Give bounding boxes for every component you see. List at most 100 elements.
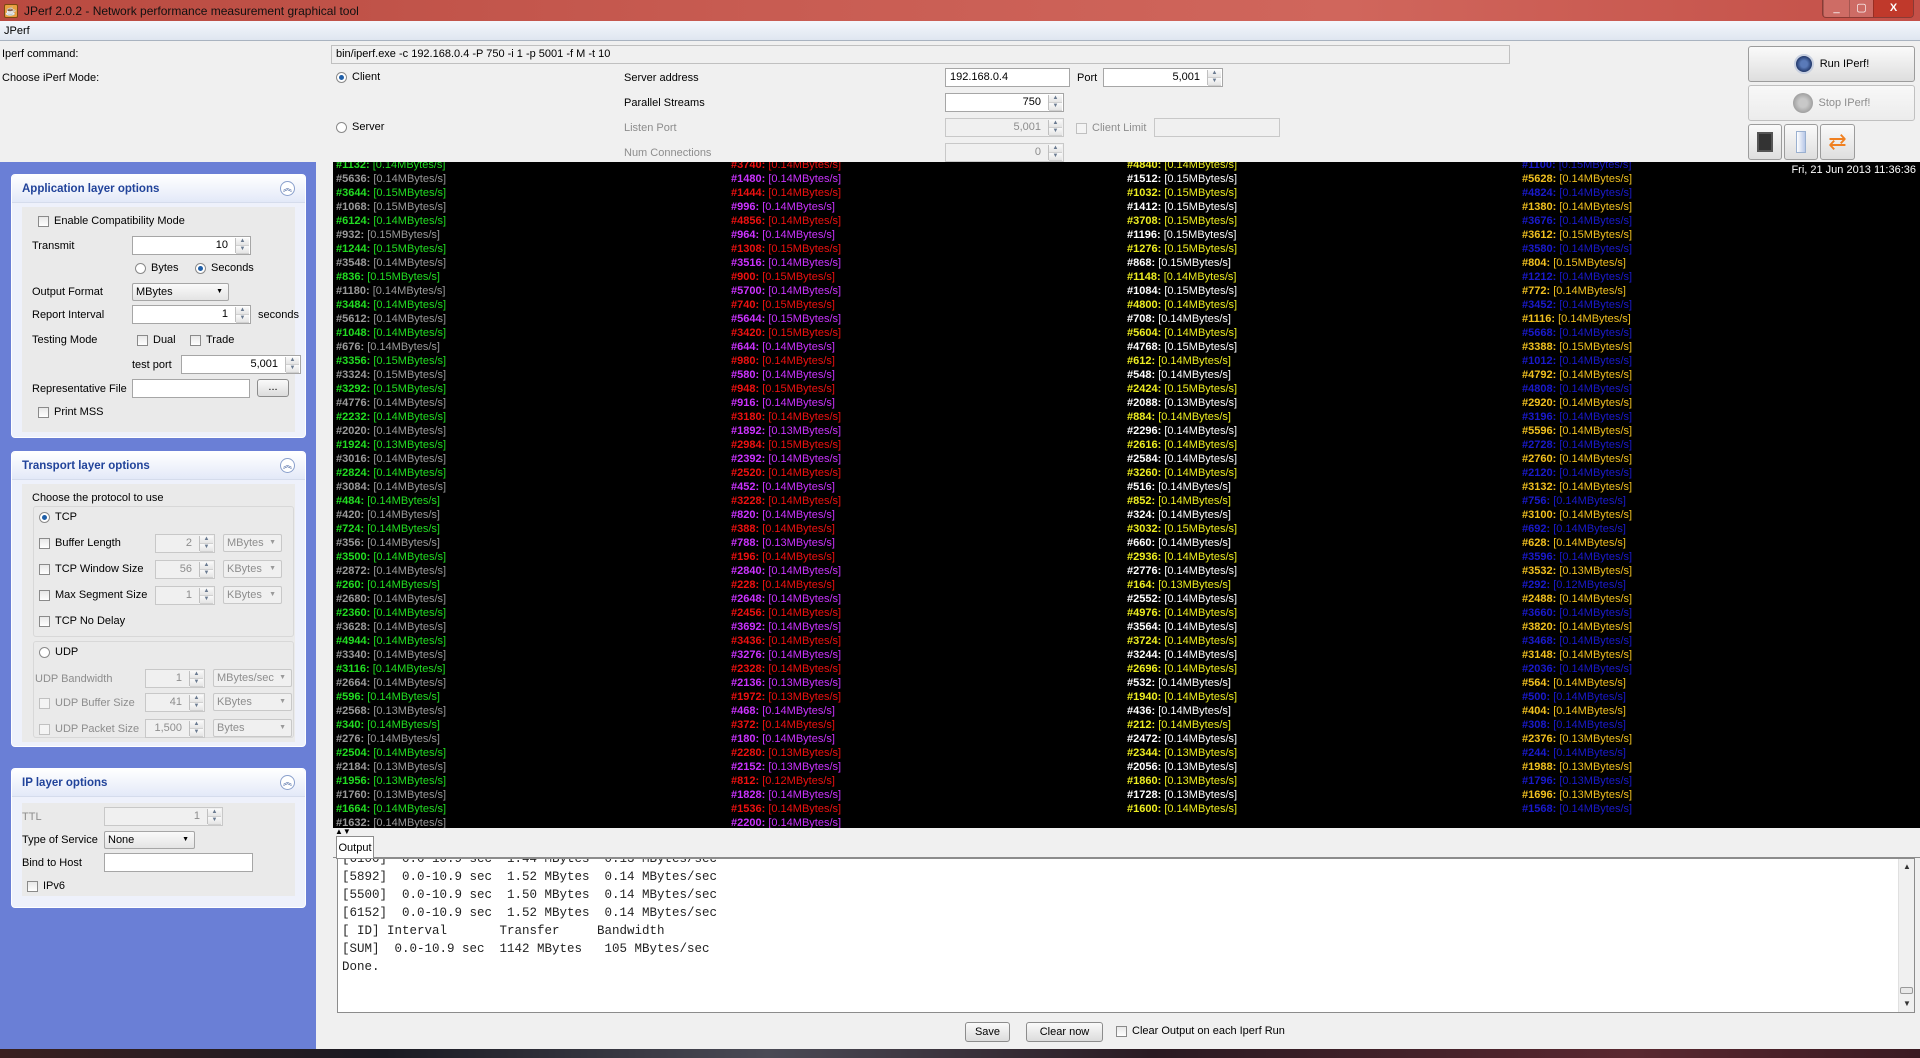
run-iperf-button[interactable]: Run IPerf! <box>1748 46 1915 82</box>
clear-now-button[interactable]: Clear now <box>1026 1022 1103 1042</box>
parallel-streams-input[interactable]: 750 ▲ ▼ <box>945 93 1064 112</box>
refresh-button[interactable]: ⇄ <box>1820 124 1855 160</box>
report-interval-spinner[interactable]: ▲ ▼ <box>235 307 249 323</box>
collapse-icon[interactable]: ︽ <box>280 181 295 196</box>
trade-checkbox[interactable]: Trade <box>190 334 234 346</box>
mss-spinner[interactable]: ▲ ▼ <box>199 588 213 604</box>
udp-packet-spinner[interactable]: ▲ ▼ <box>189 721 203 737</box>
num-connections-input[interactable]: 0 ▲ ▼ <box>945 143 1064 162</box>
save-output-button[interactable]: Save <box>965 1022 1010 1042</box>
print-mss-checkbox[interactable]: Print MSS <box>38 406 104 418</box>
udp-packet-input[interactable]: 1,500 ▲ ▼ <box>145 719 205 738</box>
minimize-button[interactable]: _ <box>1823 0 1849 17</box>
clear-each-run-checkbox[interactable]: Clear Output on each Iperf Run <box>1116 1025 1285 1037</box>
buffer-length-unit-select[interactable]: MBytes <box>223 534 282 552</box>
stream-row: #2760: [0.14MBytes/s] <box>1522 452 1917 466</box>
stream-row: #2680: [0.14MBytes/s] <box>336 592 731 606</box>
listen-port-input[interactable]: 5,001 ▲ ▼ <box>945 118 1064 137</box>
client-limit-checkbox[interactable]: Client Limit <box>1076 122 1146 134</box>
udp-packet-unit-select[interactable]: Bytes <box>213 719 292 737</box>
bind-host-input[interactable] <box>104 853 253 872</box>
scroll-down-icon[interactable]: ▼ <box>1899 996 1914 1012</box>
port-spinner[interactable]: ▲ ▼ <box>1207 70 1221 86</box>
bytes-radio[interactable]: Bytes <box>135 262 179 274</box>
compat-mode-checkbox[interactable]: Enable Compatibility Mode <box>38 215 185 227</box>
mss-input[interactable]: 1 ▲ ▼ <box>155 586 215 605</box>
udp-bandwidth-unit-select[interactable]: MBytes/sec <box>213 669 292 687</box>
browse-button[interactable]: ... <box>257 379 289 397</box>
mss-unit-select[interactable]: KBytes <box>223 586 282 604</box>
server-radio[interactable]: Server <box>336 121 384 133</box>
parallel-streams-spinner[interactable]: ▲ ▼ <box>1048 95 1062 111</box>
udp-buffer-input[interactable]: 41 ▲ ▼ <box>145 693 205 712</box>
udp-bandwidth-input[interactable]: 1 ▲ ▼ <box>145 669 205 688</box>
num-connections-spinner[interactable]: ▲ ▼ <box>1048 145 1062 161</box>
stream-id: #2664: <box>336 677 374 689</box>
udp-bandwidth-spinner[interactable]: ▲ ▼ <box>189 671 203 687</box>
client-limit-input[interactable] <box>1154 118 1280 137</box>
test-port-input[interactable]: 5,001 ▲ ▼ <box>181 355 301 374</box>
scroll-thumb[interactable] <box>1900 987 1913 994</box>
stream-bandwidth: [0.14MBytes/s] <box>768 467 842 479</box>
buffer-length-spinner[interactable]: ▲ ▼ <box>199 536 213 552</box>
server-address-input[interactable]: 192.168.0.4 <box>945 68 1070 87</box>
menu-jperf[interactable]: JPerf <box>4 25 30 37</box>
report-interval-input[interactable]: 1 ▲ ▼ <box>132 305 251 324</box>
tcp-window-input[interactable]: 56 ▲ ▼ <box>155 560 215 579</box>
listen-port-spinner[interactable]: ▲ ▼ <box>1048 120 1062 136</box>
transmit-input[interactable]: 10 ▲ ▼ <box>132 236 251 255</box>
scroll-up-icon[interactable]: ▲ <box>1899 859 1914 875</box>
tab-output[interactable]: Output <box>336 836 374 859</box>
dual-checkbox[interactable]: Dual <box>137 334 176 346</box>
udp-buffer-unit-select[interactable]: KBytes <box>213 693 292 711</box>
tcp-window-spinner[interactable]: ▲ ▼ <box>199 562 213 578</box>
client-radio[interactable]: Client <box>336 71 380 83</box>
ttl-spinner[interactable]: ▲ ▼ <box>207 809 221 825</box>
transport-layer-header[interactable]: Transport layer options ︽ <box>12 452 305 480</box>
report-interval-label: Report Interval <box>32 309 105 321</box>
stop-iperf-button[interactable]: Stop IPerf! <box>1748 85 1915 121</box>
output-console[interactable]: [6100] 0.0-10.9 sec 1.44 MBytes 0.13 MBy… <box>337 858 1915 1013</box>
collapse-icon[interactable]: ︽ <box>280 775 295 790</box>
mss-checkbox[interactable]: Max Segment Size <box>39 589 147 601</box>
seconds-radio[interactable]: Seconds <box>195 262 254 274</box>
udp-buffer-checkbox[interactable]: UDP Buffer Size <box>39 697 135 709</box>
udp-buffer-spinner[interactable]: ▲ ▼ <box>189 695 203 711</box>
close-button[interactable]: X <box>1873 0 1913 17</box>
buffer-length-checkbox[interactable]: Buffer Length <box>39 537 121 549</box>
stream-row: #2328: [0.14MBytes/s] <box>731 662 1126 676</box>
stream-id: #2552: <box>1127 593 1165 605</box>
open-config-button[interactable] <box>1784 124 1818 160</box>
stream-bandwidth: [0.15MBytes/s] <box>762 383 835 395</box>
split-pane-divider[interactable]: ▲▼ <box>333 828 1920 836</box>
ipv6-checkbox[interactable]: IPv6 <box>27 880 65 892</box>
output-scrollbar[interactable]: ▲ ▼ <box>1898 859 1914 1012</box>
udp-packet-checkbox[interactable]: UDP Packet Size <box>39 723 139 735</box>
stream-id: #2120: <box>1522 467 1560 479</box>
representative-file-input[interactable] <box>132 379 250 398</box>
application-layer-header[interactable]: Application layer options ︽ <box>12 175 305 203</box>
sidebar-scrollbar[interactable] <box>320 162 332 1047</box>
collapse-icon[interactable]: ︽ <box>280 458 295 473</box>
iperf-command-field[interactable]: bin/iperf.exe -c 192.168.0.4 -P 750 -i 1… <box>331 45 1510 64</box>
stream-bandwidth: [0.14MBytes/s] <box>768 565 842 577</box>
tcp-radio[interactable]: TCP <box>39 511 77 523</box>
tcp-window-unit-select[interactable]: KBytes <box>223 560 282 578</box>
tcp-no-delay-checkbox[interactable]: TCP No Delay <box>39 615 125 627</box>
stream-id: #2728: <box>1522 439 1560 451</box>
udp-radio[interactable]: UDP <box>39 646 78 658</box>
ip-layer-header[interactable]: IP layer options ︽ <box>12 769 305 797</box>
stream-id: #516: <box>1127 481 1159 493</box>
stream-id: #1132: <box>336 162 373 171</box>
output-format-select[interactable]: MBytes <box>132 283 229 301</box>
tcp-window-checkbox[interactable]: TCP Window Size <box>39 563 143 575</box>
tos-select[interactable]: None <box>104 831 195 849</box>
save-config-button[interactable] <box>1748 124 1782 160</box>
maximize-button[interactable]: ▢ <box>1849 0 1873 17</box>
transmit-spinner[interactable]: ▲ ▼ <box>235 238 249 254</box>
checkbox-box <box>39 589 50 601</box>
buffer-length-input[interactable]: 2 ▲ ▼ <box>155 534 215 553</box>
port-input[interactable]: 5,001 ▲ ▼ <box>1103 68 1223 87</box>
test-port-spinner[interactable]: ▲ ▼ <box>285 357 299 373</box>
ttl-input[interactable]: 1 ▲ ▼ <box>104 807 223 826</box>
